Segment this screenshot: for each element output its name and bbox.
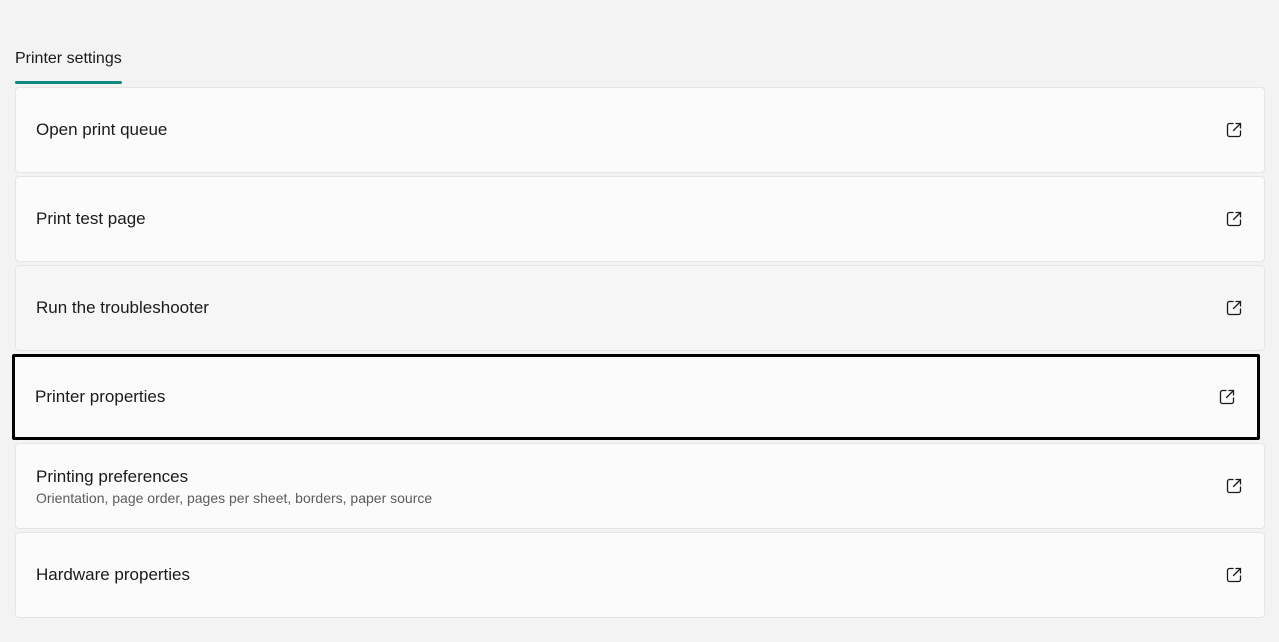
tab-label: Printer settings <box>15 50 122 67</box>
open-external-icon <box>1224 565 1244 585</box>
item-title: Hardware properties <box>36 565 191 584</box>
printer-settings-list: Open print queue Print test page Run the… <box>12 87 1265 621</box>
item-title: Run the troubleshooter <box>36 298 209 317</box>
item-title: Printer properties <box>35 387 166 406</box>
item-text: Run the troubleshooter <box>36 297 1224 319</box>
item-text: Printing preferences Orientation, page o… <box>36 466 1224 507</box>
hardware-properties-item[interactable]: Hardware properties <box>15 532 1265 618</box>
open-external-icon <box>1224 209 1244 229</box>
printer-settings-page: Printer settings Open print queue Print … <box>0 0 1279 642</box>
open-external-icon <box>1224 298 1244 318</box>
run-troubleshooter-item[interactable]: Run the troubleshooter <box>15 265 1265 351</box>
open-external-icon <box>1224 476 1244 496</box>
item-title: Open print queue <box>36 120 168 139</box>
print-test-page-item[interactable]: Print test page <box>15 176 1265 262</box>
open-print-queue-item[interactable]: Open print queue <box>15 87 1265 173</box>
printer-properties-item[interactable]: Printer properties <box>12 354 1260 440</box>
item-text: Print test page <box>36 208 1224 230</box>
item-title: Print test page <box>36 209 146 228</box>
item-text: Open print queue <box>36 119 1224 141</box>
tab-selected-indicator <box>15 81 122 84</box>
tab-printer-settings[interactable]: Printer settings <box>15 46 122 84</box>
item-text: Hardware properties <box>36 564 1224 586</box>
item-title: Printing preferences <box>36 466 189 486</box>
open-external-icon <box>1224 120 1244 140</box>
printing-preferences-item[interactable]: Printing preferences Orientation, page o… <box>15 443 1265 529</box>
item-text: Printer properties <box>35 386 1217 408</box>
open-external-icon <box>1217 387 1237 407</box>
item-subtitle: Orientation, page order, pages per sheet… <box>36 489 433 506</box>
